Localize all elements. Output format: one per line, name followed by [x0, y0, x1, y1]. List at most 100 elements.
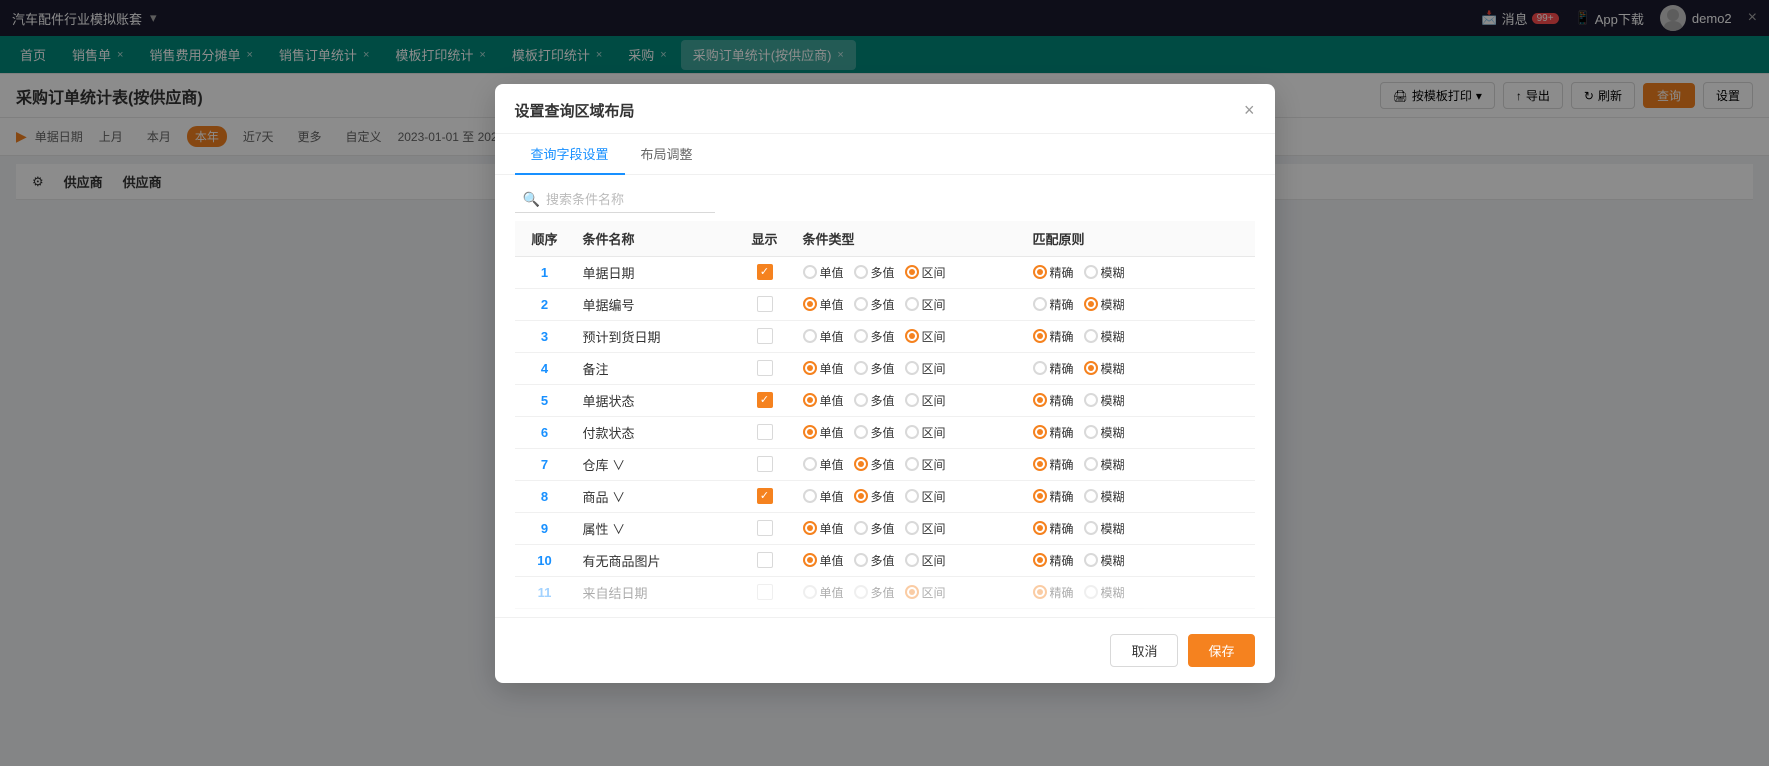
display-checkbox[interactable] [757, 264, 773, 280]
type-multi[interactable]: 多值 [854, 264, 895, 281]
type-single[interactable]: 单值 [803, 264, 844, 281]
match-exact[interactable]: 精确 [1033, 456, 1074, 473]
type-single[interactable]: 单值 [803, 360, 844, 377]
match-fuzzy[interactable]: 模糊 [1084, 520, 1125, 537]
row-display[interactable] [735, 295, 795, 314]
dialog-close-button[interactable]: × [1244, 101, 1255, 119]
type-single[interactable]: 单值 [803, 584, 844, 601]
type-range[interactable]: 区间 [905, 392, 946, 409]
display-checkbox[interactable] [757, 552, 773, 568]
type-range[interactable]: 区间 [905, 488, 946, 505]
type-multi[interactable]: 多值 [854, 552, 895, 569]
dialog-tab-layout[interactable]: 布局调整 [625, 134, 709, 175]
match-fuzzy[interactable]: 模糊 [1084, 552, 1125, 569]
row-display[interactable] [735, 519, 795, 538]
display-checkbox[interactable] [757, 584, 773, 600]
display-checkbox[interactable] [757, 424, 773, 440]
type-range[interactable]: 区间 [905, 296, 946, 313]
search-input[interactable] [546, 192, 706, 207]
type-single[interactable]: 单值 [803, 488, 844, 505]
display-checkbox[interactable] [757, 456, 773, 472]
row-display[interactable] [735, 423, 795, 442]
type-single[interactable]: 单值 [803, 520, 844, 537]
match-fuzzy[interactable]: 模糊 [1084, 456, 1125, 473]
table-row: 6 付款状态 单值 多值 区间 精确 模糊 [515, 417, 1255, 449]
row-display[interactable] [735, 455, 795, 474]
type-multi[interactable]: 多值 [854, 520, 895, 537]
match-fuzzy[interactable]: 模糊 [1084, 296, 1125, 313]
type-range[interactable]: 区间 [905, 424, 946, 441]
row-name: 仓库 ∨ [575, 455, 735, 474]
match-fuzzy[interactable]: 模糊 [1084, 328, 1125, 345]
match-fuzzy[interactable]: 模糊 [1084, 360, 1125, 377]
row-display[interactable] [735, 487, 795, 506]
match-exact[interactable]: 精确 [1033, 264, 1074, 281]
display-checkbox[interactable] [757, 488, 773, 504]
dialog-tab-query[interactable]: 查询字段设置 [515, 134, 625, 175]
match-exact[interactable]: 精确 [1033, 488, 1074, 505]
match-exact[interactable]: 精确 [1033, 392, 1074, 409]
match-exact[interactable]: 精确 [1033, 584, 1074, 601]
match-exact[interactable]: 精确 [1033, 552, 1074, 569]
row-display[interactable] [735, 583, 795, 602]
type-range[interactable]: 区间 [905, 264, 946, 281]
type-range[interactable]: 区间 [905, 584, 946, 601]
row-type: 单值 多值 区间 [795, 519, 1025, 538]
row-name: 来自结日期 [575, 583, 735, 602]
type-single[interactable]: 单值 [803, 328, 844, 345]
dialog-footer: 取消 保存 [495, 617, 1275, 683]
row-type: 单值 多值 区间 [795, 551, 1025, 570]
display-checkbox[interactable] [757, 360, 773, 376]
display-checkbox[interactable] [757, 328, 773, 344]
row-type: 单值 多值 区间 [795, 359, 1025, 378]
type-multi[interactable]: 多值 [854, 488, 895, 505]
type-multi[interactable]: 多值 [854, 360, 895, 377]
row-match: 精确 模糊 [1025, 327, 1255, 346]
type-range[interactable]: 区间 [905, 520, 946, 537]
dialog-header: 设置查询区域布局 × [495, 84, 1275, 134]
table-row: 5 单据状态 单值 多值 区间 精确 模糊 [515, 385, 1255, 417]
match-fuzzy[interactable]: 模糊 [1084, 424, 1125, 441]
row-display[interactable] [735, 263, 795, 282]
type-single[interactable]: 单值 [803, 296, 844, 313]
match-exact[interactable]: 精确 [1033, 296, 1074, 313]
row-display[interactable] [735, 359, 795, 378]
display-checkbox[interactable] [757, 296, 773, 312]
match-fuzzy[interactable]: 模糊 [1084, 488, 1125, 505]
row-match: 精确 模糊 [1025, 391, 1255, 410]
save-button[interactable]: 保存 [1188, 634, 1254, 667]
match-fuzzy[interactable]: 模糊 [1084, 584, 1125, 601]
match-fuzzy[interactable]: 模糊 [1084, 264, 1125, 281]
display-checkbox[interactable] [757, 392, 773, 408]
match-exact[interactable]: 精确 [1033, 520, 1074, 537]
display-checkbox[interactable] [757, 520, 773, 536]
type-range[interactable]: 区间 [905, 360, 946, 377]
type-range[interactable]: 区间 [905, 552, 946, 569]
row-match: 精确 模糊 [1025, 423, 1255, 442]
match-fuzzy[interactable]: 模糊 [1084, 392, 1125, 409]
row-name: 单据编号 [575, 295, 735, 314]
type-single[interactable]: 单值 [803, 456, 844, 473]
row-type: 单值 多值 区间 [795, 455, 1025, 474]
type-range[interactable]: 区间 [905, 328, 946, 345]
cancel-button[interactable]: 取消 [1110, 634, 1178, 667]
type-single[interactable]: 单值 [803, 424, 844, 441]
type-multi[interactable]: 多值 [854, 296, 895, 313]
match-exact[interactable]: 精确 [1033, 424, 1074, 441]
row-display[interactable] [735, 327, 795, 346]
type-multi[interactable]: 多值 [854, 456, 895, 473]
match-exact[interactable]: 精确 [1033, 360, 1074, 377]
row-display[interactable] [735, 391, 795, 410]
match-exact[interactable]: 精确 [1033, 328, 1074, 345]
type-multi[interactable]: 多值 [854, 584, 895, 601]
search-area: 🔍 [495, 175, 1275, 221]
type-range[interactable]: 区间 [905, 456, 946, 473]
row-display[interactable] [735, 551, 795, 570]
type-multi[interactable]: 多值 [854, 328, 895, 345]
type-multi[interactable]: 多值 [854, 424, 895, 441]
type-single[interactable]: 单值 [803, 392, 844, 409]
type-multi[interactable]: 多值 [854, 392, 895, 409]
type-single[interactable]: 单值 [803, 552, 844, 569]
row-name: 备注 [575, 359, 735, 378]
row-type: 单值 多值 区间 [795, 423, 1025, 442]
